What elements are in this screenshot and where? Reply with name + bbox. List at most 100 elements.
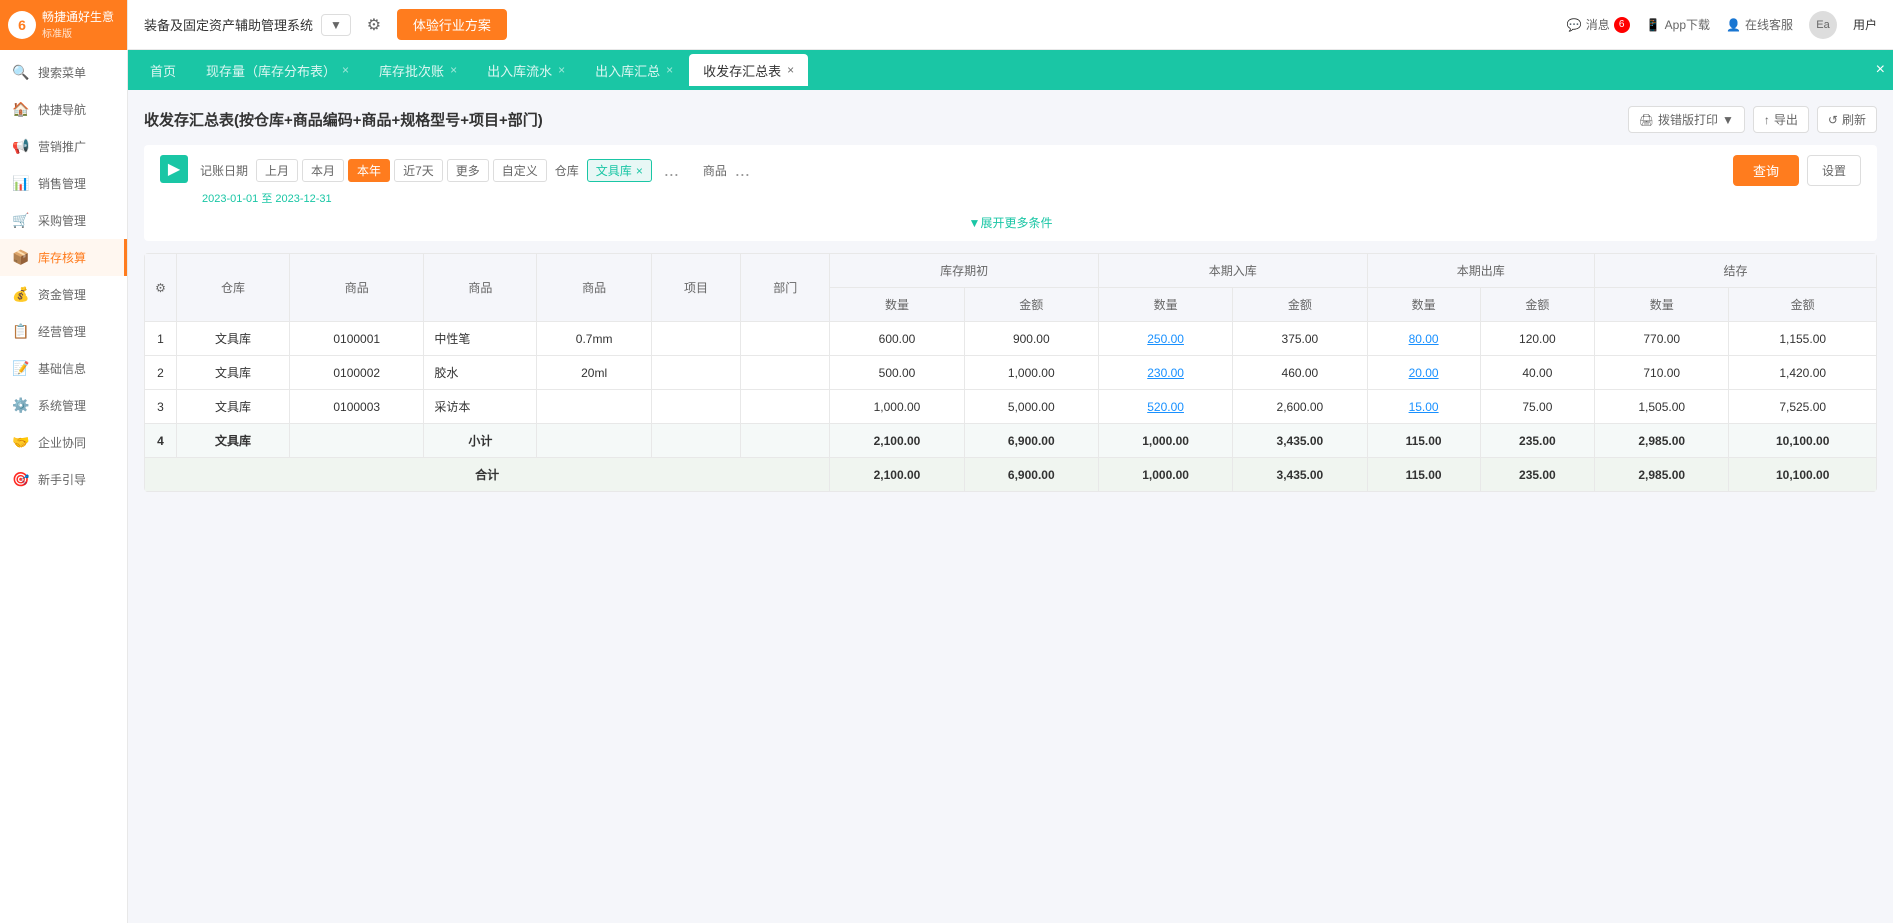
table-cell: 710.00: [1595, 356, 1729, 390]
tab-batch[interactable]: 库存批次账 ×: [365, 54, 471, 86]
date-btn-this-year[interactable]: 本年: [348, 159, 390, 182]
trial-button[interactable]: 体验行业方案: [397, 9, 507, 40]
sidebar-item-basic[interactable]: 📝 基础信息: [0, 350, 127, 387]
sidebar: 6 畅捷通好生意 标准版 🔍 搜索菜单 🏠 快捷导航 📢 营销推广 📊 销售管理…: [0, 0, 128, 923]
date-btn-this-month[interactable]: 本月: [302, 159, 344, 182]
warehouse-more-dots[interactable]: ...: [664, 160, 679, 181]
msg-action[interactable]: 💬 消息 6: [1567, 16, 1630, 33]
table-cell: 1,420.00: [1729, 356, 1877, 390]
sidebar-item-sales[interactable]: 📊 销售管理: [0, 165, 127, 202]
tab-flow-label: 出入库流水: [487, 61, 552, 80]
footer-opening-amt: 6,900.00: [964, 458, 1098, 492]
table-cell: 500.00: [830, 356, 964, 390]
app-download-action[interactable]: 📱 App下载: [1646, 16, 1710, 33]
sidebar-item-collab[interactable]: 🤝 企业协同: [0, 424, 127, 461]
tab-recv-send-close[interactable]: ×: [787, 63, 794, 77]
tab-home[interactable]: 首页: [136, 54, 190, 86]
th-gear: ⚙: [145, 254, 177, 322]
table-cell: 1,000.00: [1098, 424, 1232, 458]
sidebar-item-inventory[interactable]: 📦 库存核算: [0, 239, 127, 276]
tab-summary[interactable]: 出入库汇总 ×: [581, 54, 687, 86]
avatar[interactable]: Ea: [1809, 11, 1837, 39]
sidebar-item-finance[interactable]: 💰 资金管理: [0, 276, 127, 313]
table-cell: 小计: [424, 424, 537, 458]
service-action[interactable]: 👤 在线客服: [1726, 16, 1793, 33]
table-cell: 中性笔: [424, 322, 537, 356]
th-dept: 部门: [741, 254, 830, 322]
table-cell: 文具库: [177, 322, 290, 356]
sidebar-item-system[interactable]: ⚙️ 系统管理: [0, 387, 127, 424]
th-opening-amt: 金额: [964, 288, 1098, 322]
sidebar-item-operation[interactable]: 📋 经营管理: [0, 313, 127, 350]
print-button[interactable]: 🖨 拨错版打印 ▼: [1628, 106, 1745, 133]
goods-more-dots[interactable]: ...: [735, 160, 750, 181]
table-cell: 5,000.00: [964, 390, 1098, 424]
table-cell: 采访本: [424, 390, 537, 424]
table-cell[interactable]: 15.00: [1367, 390, 1480, 424]
table-cell: [741, 322, 830, 356]
table-cell[interactable]: 250.00: [1098, 322, 1232, 356]
warehouse-tag-close-icon[interactable]: ×: [636, 164, 643, 178]
tab-bar: 首页 现存量（库存分布表） × 库存批次账 × 出入库流水 × 出入库汇总 × …: [128, 50, 1893, 90]
table-cell: 2,600.00: [1233, 390, 1367, 424]
export-label: 导出: [1774, 111, 1798, 128]
topbar: 装备及固定资产辅助管理系统 ▼ ⚙ 体验行业方案 💬 消息 6 📱 App下载 …: [128, 0, 1893, 50]
table-cell: 0100001: [290, 322, 424, 356]
sidebar-item-marketing[interactable]: 📢 营销推广: [0, 128, 127, 165]
table-cell: 3,435.00: [1233, 424, 1367, 458]
date-btn-custom[interactable]: 自定义: [493, 159, 547, 182]
settings-button[interactable]: 设置: [1807, 155, 1861, 186]
operation-icon: 📋: [12, 323, 30, 340]
date-btn-last-month[interactable]: 上月: [256, 159, 298, 182]
table-cell: 460.00: [1233, 356, 1367, 390]
tab-batch-close[interactable]: ×: [450, 63, 457, 77]
sys-name: 装备及固定资产辅助管理系统: [144, 15, 313, 34]
system-icon: ⚙️: [12, 397, 30, 414]
table-cell: 10,100.00: [1729, 424, 1877, 458]
sidebar-item-guide[interactable]: 🎯 新手引导: [0, 461, 127, 498]
refresh-button[interactable]: ↺ 刷新: [1817, 106, 1877, 133]
date-btn-more[interactable]: 更多: [447, 159, 489, 182]
export-button[interactable]: ↑ 导出: [1753, 106, 1809, 133]
main-area: 装备及固定资产辅助管理系统 ▼ ⚙ 体验行业方案 💬 消息 6 📱 App下载 …: [128, 0, 1893, 923]
th-group-balance: 结存: [1595, 254, 1877, 288]
table-cell: 1,000.00: [830, 390, 964, 424]
search-icon: 🔍: [12, 64, 30, 81]
tab-flow-close[interactable]: ×: [558, 63, 565, 77]
sidebar-nav: 🔍 搜索菜单 🏠 快捷导航 📢 营销推广 📊 销售管理 🛒 采购管理 📦 库存核…: [0, 50, 127, 923]
sys-dropdown[interactable]: ▼: [321, 14, 351, 36]
msg-icon: 💬: [1567, 18, 1582, 32]
gear-icon[interactable]: ⚙: [359, 10, 389, 40]
tab-flow[interactable]: 出入库流水 ×: [473, 54, 579, 86]
sidebar-item-search[interactable]: 🔍 搜索菜单: [0, 54, 127, 91]
tab-summary-close[interactable]: ×: [666, 63, 673, 77]
sidebar-item-purchase[interactable]: 🛒 采购管理: [0, 202, 127, 239]
table-cell[interactable]: 80.00: [1367, 322, 1480, 356]
table-cell: [651, 424, 740, 458]
marketing-icon: 📢: [12, 138, 30, 155]
tab-stock-dist[interactable]: 现存量（库存分布表） ×: [192, 54, 363, 86]
footer-out-qty: 115.00: [1367, 458, 1480, 492]
table-cell[interactable]: 520.00: [1098, 390, 1232, 424]
footer-opening-qty: 2,100.00: [830, 458, 964, 492]
th-balance-amt: 金额: [1729, 288, 1877, 322]
tab-stock-dist-close[interactable]: ×: [342, 63, 349, 77]
filter-toggle[interactable]: ▶: [160, 155, 188, 183]
expand-more-btn[interactable]: ▼ 展开更多条件: [160, 214, 1861, 231]
sidebar-item-quicknav[interactable]: 🏠 快捷导航: [0, 91, 127, 128]
table-cell: 115.00: [1367, 424, 1480, 458]
sidebar-label-quicknav: 快捷导航: [38, 101, 86, 118]
close-all-tabs[interactable]: ×: [1876, 61, 1885, 79]
table-cell[interactable]: 230.00: [1098, 356, 1232, 390]
query-button[interactable]: 查询: [1733, 155, 1799, 186]
data-table: ⚙ 仓库 商品 商品 商品 项目 部门 库存期初 本期入库 本期出库 结存 数量: [144, 253, 1877, 492]
warehouse-tag[interactable]: 文具库 ×: [587, 159, 652, 182]
table-cell: 1: [145, 322, 177, 356]
date-btn-7days[interactable]: 近7天: [394, 159, 443, 182]
table-cell[interactable]: 20.00: [1367, 356, 1480, 390]
tab-recv-send[interactable]: 收发存汇总表 ×: [689, 54, 808, 86]
th-goods-spec: 商品: [537, 254, 651, 322]
tab-batch-label: 库存批次账: [379, 61, 444, 80]
table-row: 2文具库0100002胶水20ml500.001,000.00230.00460…: [145, 356, 1877, 390]
table-cell: 120.00: [1480, 322, 1594, 356]
